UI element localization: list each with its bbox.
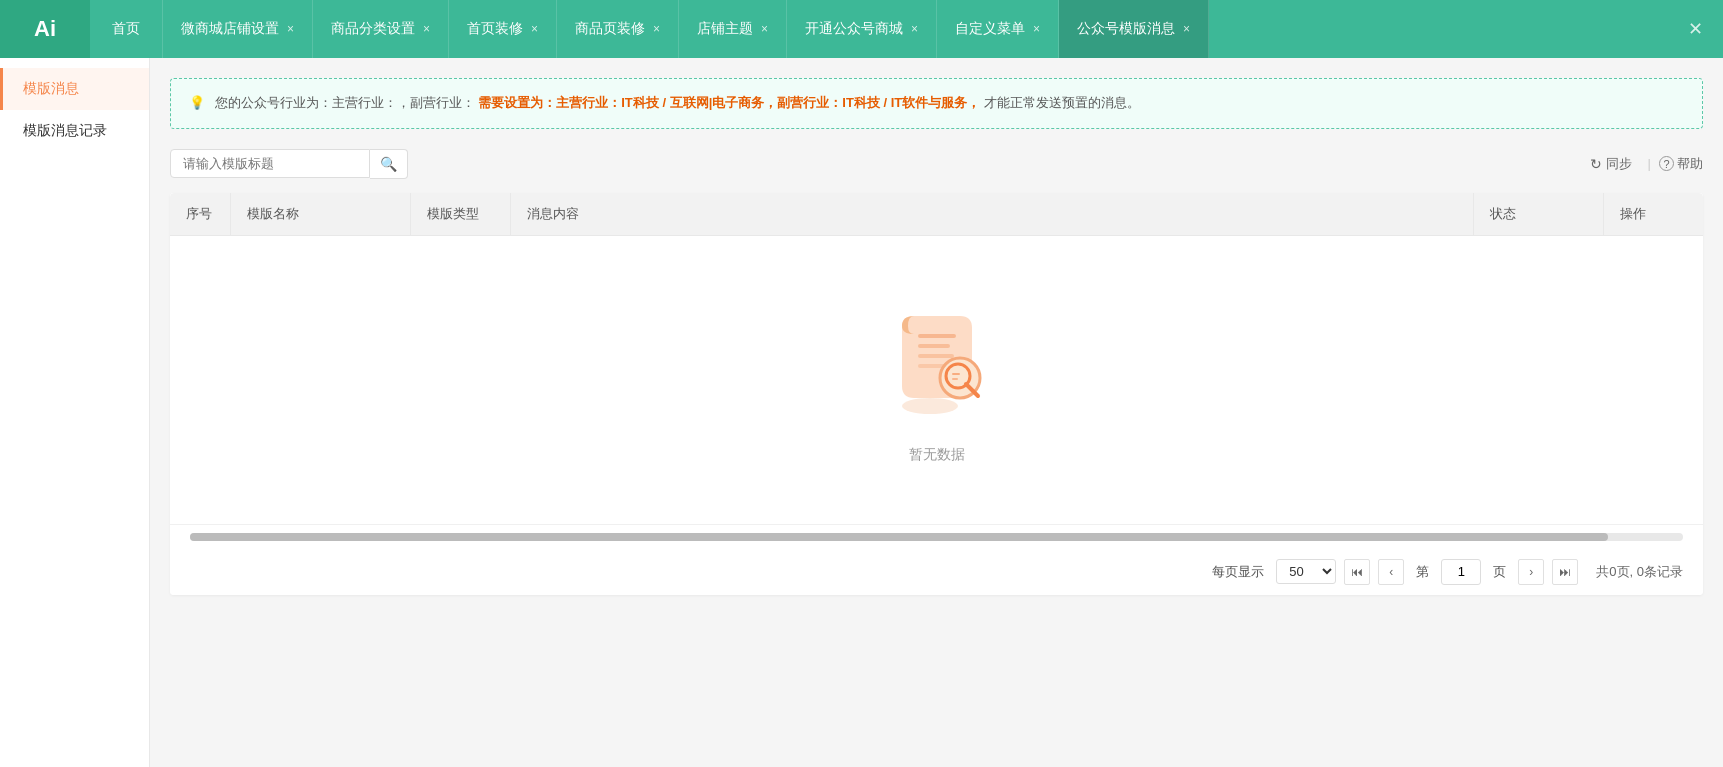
next-page-button[interactable]: › <box>1518 559 1544 585</box>
help-label: 帮助 <box>1677 155 1703 173</box>
svg-rect-1 <box>918 334 956 338</box>
close-all-button[interactable]: ✕ <box>1668 18 1723 40</box>
first-page-button[interactable]: ⏮ <box>1344 559 1370 585</box>
col-header-content: 消息内容 <box>510 193 1473 236</box>
nav-tab-custom-menu[interactable]: 自定义菜单× <box>937 0 1059 58</box>
scroll-thumb <box>190 533 1608 541</box>
col-header-action: 操作 <box>1603 193 1703 236</box>
data-table: 序号模版名称模版类型消息内容状态操作 <box>170 193 1703 524</box>
col-header-type: 模版类型 <box>410 193 510 236</box>
help-button[interactable]: ? 帮助 <box>1659 155 1703 173</box>
nav-tab-wechat-shop[interactable]: 微商城店铺设置× <box>163 0 313 58</box>
tab-close-category[interactable]: × <box>423 22 430 36</box>
top-nav: Ai 首页微商城店铺设置×商品分类设置×首页装修×商品页装修×店铺主题×开通公众… <box>0 0 1723 58</box>
tab-close-template-msg[interactable]: × <box>1183 22 1190 36</box>
page-input[interactable] <box>1441 559 1481 585</box>
search-left: 🔍 <box>170 149 408 179</box>
empty-state: 暂无数据 <box>170 236 1703 524</box>
table-header: 序号模版名称模版类型消息内容状态操作 <box>170 193 1703 236</box>
table-body: 暂无数据 <box>170 235 1703 524</box>
svg-rect-3 <box>918 354 954 358</box>
page-size-label: 每页显示 <box>1212 563 1264 581</box>
tab-close-wechat-shop[interactable]: × <box>287 22 294 36</box>
notice-suffix: 才能正常发送预置的消息。 <box>984 95 1140 110</box>
search-button[interactable]: 🔍 <box>370 149 408 179</box>
nav-tab-template-msg[interactable]: 公众号模版消息× <box>1059 0 1209 58</box>
search-bar: 🔍 ↻ 同步 | ? 帮助 <box>170 149 1703 179</box>
nav-tab-home-decor[interactable]: 首页装修× <box>449 0 557 58</box>
sidebar-items: 模版消息模版消息记录 <box>0 68 149 152</box>
search-icon: 🔍 <box>380 156 397 172</box>
col-header-status: 状态 <box>1473 193 1603 236</box>
col-header-index: 序号 <box>170 193 230 236</box>
scroll-track-outer <box>190 533 1683 541</box>
page-label-pre: 第 <box>1416 563 1429 581</box>
nav-tabs: 首页微商城店铺设置×商品分类设置×首页装修×商品页装修×店铺主题×开通公众号商城… <box>90 0 1668 58</box>
nav-tab-open-mall[interactable]: 开通公众号商城× <box>787 0 937 58</box>
table-wrapper: 序号模版名称模版类型消息内容状态操作 <box>170 193 1703 595</box>
last-page-button[interactable]: ⏭ <box>1552 559 1578 585</box>
notice-box: 💡 您的公众号行业为：主营行业：，副营行业： 需要设置为：主营行业：IT科技 /… <box>170 78 1703 129</box>
svg-point-0 <box>902 398 958 414</box>
search-input[interactable] <box>170 149 370 178</box>
content-area: 💡 您的公众号行业为：主营行业：，副营行业： 需要设置为：主营行业：IT科技 /… <box>150 58 1723 767</box>
empty-row: 暂无数据 <box>170 235 1703 524</box>
tab-close-home-decor[interactable]: × <box>531 22 538 36</box>
nav-tab-product-decor[interactable]: 商品页装修× <box>557 0 679 58</box>
tab-close-open-mall[interactable]: × <box>911 22 918 36</box>
tab-close-custom-menu[interactable]: × <box>1033 22 1040 36</box>
divider: | <box>1648 156 1651 171</box>
sync-label: 同步 <box>1606 155 1632 173</box>
prev-page-button[interactable]: ‹ <box>1378 559 1404 585</box>
notice-highlight: 需要设置为：主营行业：IT科技 / 互联网|电子商务，副营行业：IT科技 / I… <box>478 95 980 110</box>
sidebar: 模版消息模版消息记录 <box>0 58 150 767</box>
notice-icon: 💡 <box>189 95 205 110</box>
svg-rect-9 <box>952 378 958 380</box>
sidebar-item-template-message[interactable]: 模版消息 <box>0 68 149 110</box>
search-right: ↻ 同步 | ? 帮助 <box>1590 155 1703 173</box>
svg-rect-2 <box>918 344 950 348</box>
svg-rect-8 <box>952 373 960 375</box>
col-header-name: 模版名称 <box>230 193 410 236</box>
page-size-select[interactable]: 50 10 20 100 <box>1276 559 1336 584</box>
nav-tab-home[interactable]: 首页 <box>90 0 163 58</box>
page-label-suf: 页 <box>1493 563 1506 581</box>
sync-icon: ↻ <box>1590 156 1602 172</box>
sidebar-item-template-record[interactable]: 模版消息记录 <box>0 110 149 152</box>
empty-icon <box>872 296 1002 426</box>
nav-tab-shop-theme[interactable]: 店铺主题× <box>679 0 787 58</box>
tab-close-product-decor[interactable]: × <box>653 22 660 36</box>
sync-button[interactable]: ↻ 同步 <box>1590 155 1632 173</box>
help-icon: ? <box>1659 156 1674 171</box>
pagination: 每页显示 50 10 20 100 ⏮ ‹ 第 页 › ⏭ 共0页, 0条记录 <box>170 549 1703 595</box>
table-header-row: 序号模版名称模版类型消息内容状态操作 <box>170 193 1703 236</box>
total-info: 共0页, 0条记录 <box>1596 563 1683 581</box>
tab-close-shop-theme[interactable]: × <box>761 22 768 36</box>
app-logo: Ai <box>0 0 90 58</box>
notice-prefix: 您的公众号行业为：主营行业：，副营行业： <box>215 95 475 110</box>
nav-tab-category[interactable]: 商品分类设置× <box>313 0 449 58</box>
horizontal-scrollbar[interactable] <box>170 524 1703 549</box>
main-layout: 模版消息模版消息记录 💡 您的公众号行业为：主营行业：，副营行业： 需要设置为：… <box>0 58 1723 767</box>
empty-state-text: 暂无数据 <box>909 446 965 464</box>
